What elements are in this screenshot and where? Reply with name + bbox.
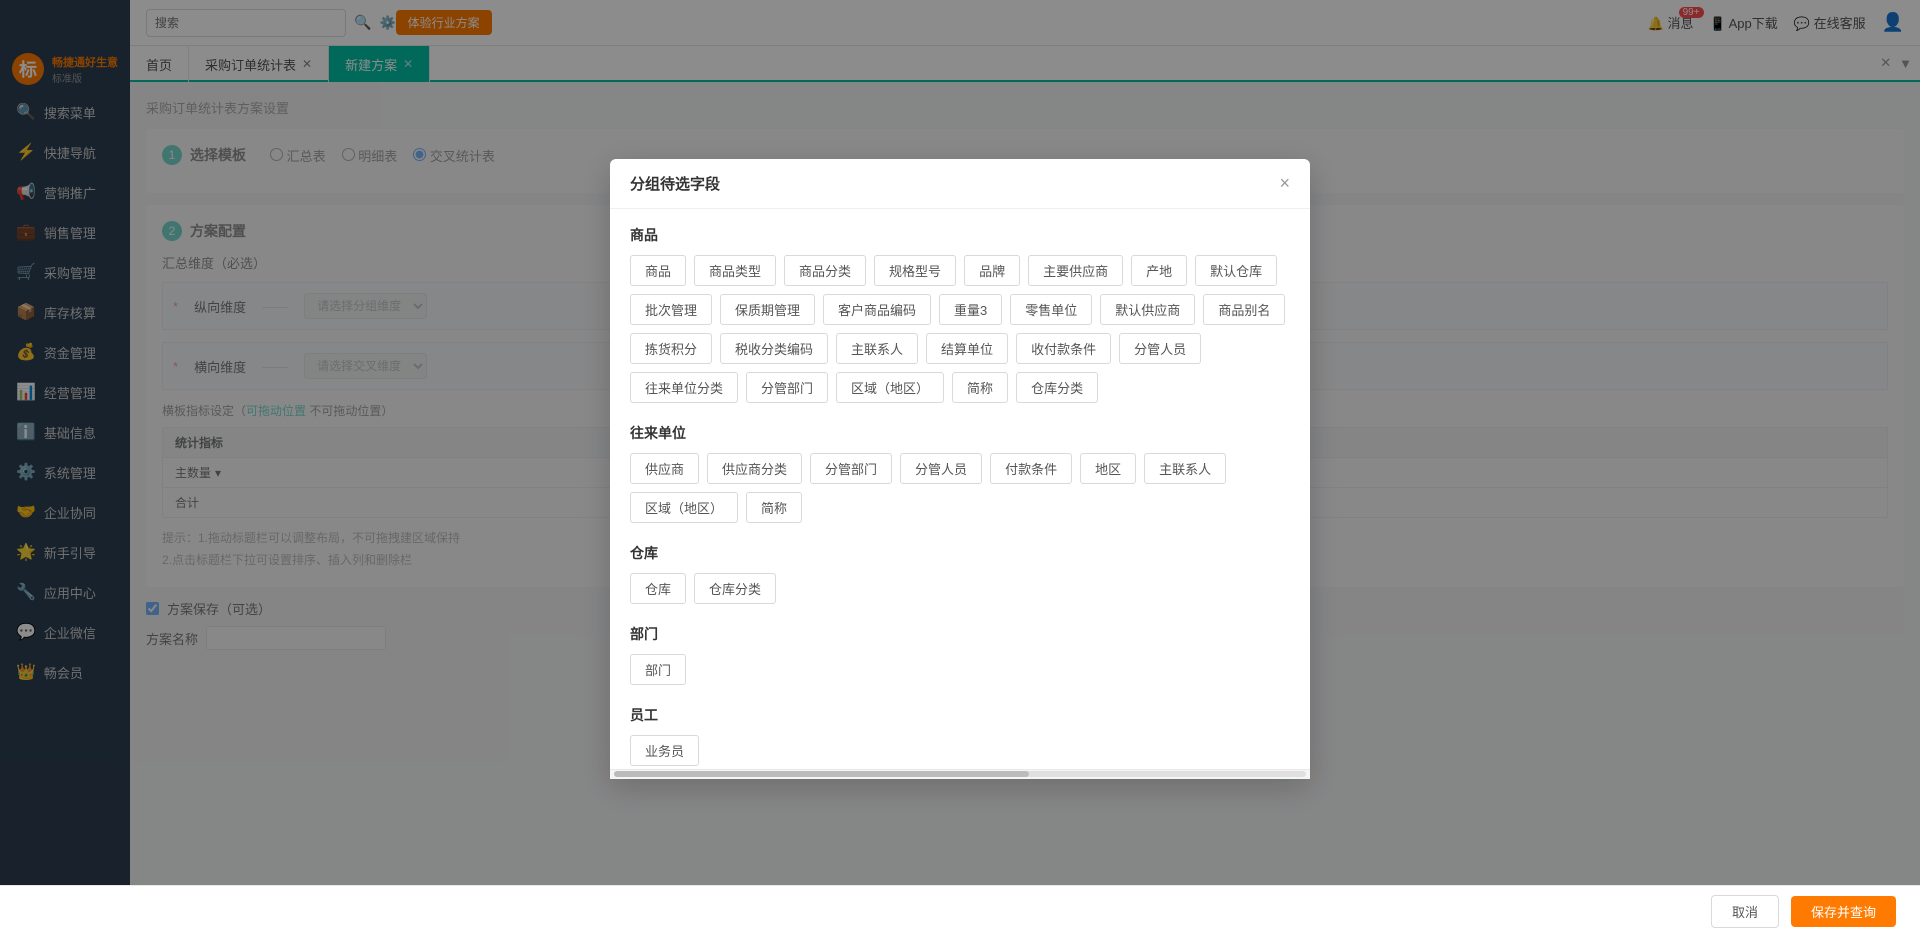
field-chip-0-1[interactable]: 商品类型 (694, 255, 776, 286)
field-chip-1-7[interactable]: 区域（地区） (630, 492, 738, 523)
field-chip-0-3[interactable]: 规格型号 (874, 255, 956, 286)
field-group-title-4: 员工 (630, 705, 1290, 725)
save-button[interactable]: 保存并查询 (1791, 896, 1896, 927)
field-chip-0-20[interactable]: 分管人员 (1119, 333, 1201, 364)
field-group-title-1: 往来单位 (630, 423, 1290, 443)
field-chip-0-21[interactable]: 往来单位分类 (630, 372, 738, 403)
modal: 分组待选字段 × 商品商品商品类型商品分类规格型号品牌主要供应商产地默认仓库批次… (610, 159, 1310, 779)
field-chip-0-7[interactable]: 默认仓库 (1195, 255, 1277, 286)
modal-close-button[interactable]: × (1279, 173, 1290, 194)
field-chip-0-15[interactable]: 拣货积分 (630, 333, 712, 364)
field-group-商品: 商品商品商品类型商品分类规格型号品牌主要供应商产地默认仓库批次管理保质期管理客户… (630, 225, 1290, 403)
field-chip-1-6[interactable]: 主联系人 (1144, 453, 1226, 484)
field-chip-0-22[interactable]: 分管部门 (746, 372, 828, 403)
field-chip-0-0[interactable]: 商品 (630, 255, 686, 286)
field-chip-0-18[interactable]: 结算单位 (926, 333, 1008, 364)
field-chip-0-14[interactable]: 商品别名 (1203, 294, 1285, 325)
field-chip-2-1[interactable]: 仓库分类 (694, 573, 776, 604)
modal-body: 商品商品商品类型商品分类规格型号品牌主要供应商产地默认仓库批次管理保质期管理客户… (610, 209, 1310, 769)
field-chip-0-5[interactable]: 主要供应商 (1028, 255, 1123, 286)
field-chip-0-25[interactable]: 仓库分类 (1016, 372, 1098, 403)
modal-title: 分组待选字段 (630, 173, 720, 194)
modal-header: 分组待选字段 × (610, 159, 1310, 209)
field-chip-1-1[interactable]: 供应商分类 (707, 453, 802, 484)
field-chips-2: 仓库仓库分类 (630, 573, 1290, 604)
field-chip-0-13[interactable]: 默认供应商 (1100, 294, 1195, 325)
field-chips-3: 部门 (630, 654, 1290, 685)
field-chip-1-2[interactable]: 分管部门 (810, 453, 892, 484)
field-chip-1-4[interactable]: 付款条件 (990, 453, 1072, 484)
field-group-title-3: 部门 (630, 624, 1290, 644)
field-chip-0-12[interactable]: 零售单位 (1010, 294, 1092, 325)
field-chip-0-19[interactable]: 收付款条件 (1016, 333, 1111, 364)
field-chip-0-2[interactable]: 商品分类 (784, 255, 866, 286)
field-chips-1: 供应商供应商分类分管部门分管人员付款条件地区主联系人区域（地区） 简称 (630, 453, 1290, 523)
field-chips-4: 业务员 (630, 735, 1290, 766)
field-chip-1-0[interactable]: 供应商 (630, 453, 699, 484)
field-chip-2-0[interactable]: 仓库 (630, 573, 686, 604)
field-chip-1-5[interactable]: 地区 (1080, 453, 1136, 484)
field-group-部门: 部门部门 (630, 624, 1290, 685)
field-group-仓库: 仓库仓库仓库分类 (630, 543, 1290, 604)
field-chip-1-3[interactable]: 分管人员 (900, 453, 982, 484)
field-chip-0-9[interactable]: 保质期管理 (720, 294, 815, 325)
field-chip-0-16[interactable]: 税收分类编码 (720, 333, 828, 364)
field-chip-4-0[interactable]: 业务员 (630, 735, 699, 766)
field-chip-0-10[interactable]: 客户商品编码 (823, 294, 931, 325)
field-chip-0-17[interactable]: 主联系人 (836, 333, 918, 364)
field-chips-0: 商品商品类型商品分类规格型号品牌主要供应商产地默认仓库批次管理保质期管理客户商品… (630, 255, 1290, 403)
field-chip-0-6[interactable]: 产地 (1131, 255, 1187, 286)
bottom-bar: 取消 保存并查询 (0, 885, 1920, 937)
field-group-往来单位: 往来单位供应商供应商分类分管部门分管人员付款条件地区主联系人区域（地区） 简称 (630, 423, 1290, 523)
field-chip-3-0[interactable]: 部门 (630, 654, 686, 685)
scroll-track (614, 771, 1306, 777)
field-group-title-2: 仓库 (630, 543, 1290, 563)
field-chip-1-8[interactable]: 简称 (746, 492, 802, 523)
modal-scroll-bar[interactable] (610, 769, 1310, 779)
field-chip-0-8[interactable]: 批次管理 (630, 294, 712, 325)
cancel-button[interactable]: 取消 (1711, 895, 1779, 928)
field-group-title-0: 商品 (630, 225, 1290, 245)
field-group-员工: 员工业务员 (630, 705, 1290, 766)
field-chip-0-11[interactable]: 重量3 (939, 294, 1002, 325)
field-chip-0-4[interactable]: 品牌 (964, 255, 1020, 286)
modal-overlay: 分组待选字段 × 商品商品商品类型商品分类规格型号品牌主要供应商产地默认仓库批次… (0, 0, 1920, 937)
scroll-thumb (614, 771, 1029, 777)
field-chip-0-23[interactable]: 区域（地区） (836, 372, 944, 403)
field-chip-0-24[interactable]: 简称 (952, 372, 1008, 403)
